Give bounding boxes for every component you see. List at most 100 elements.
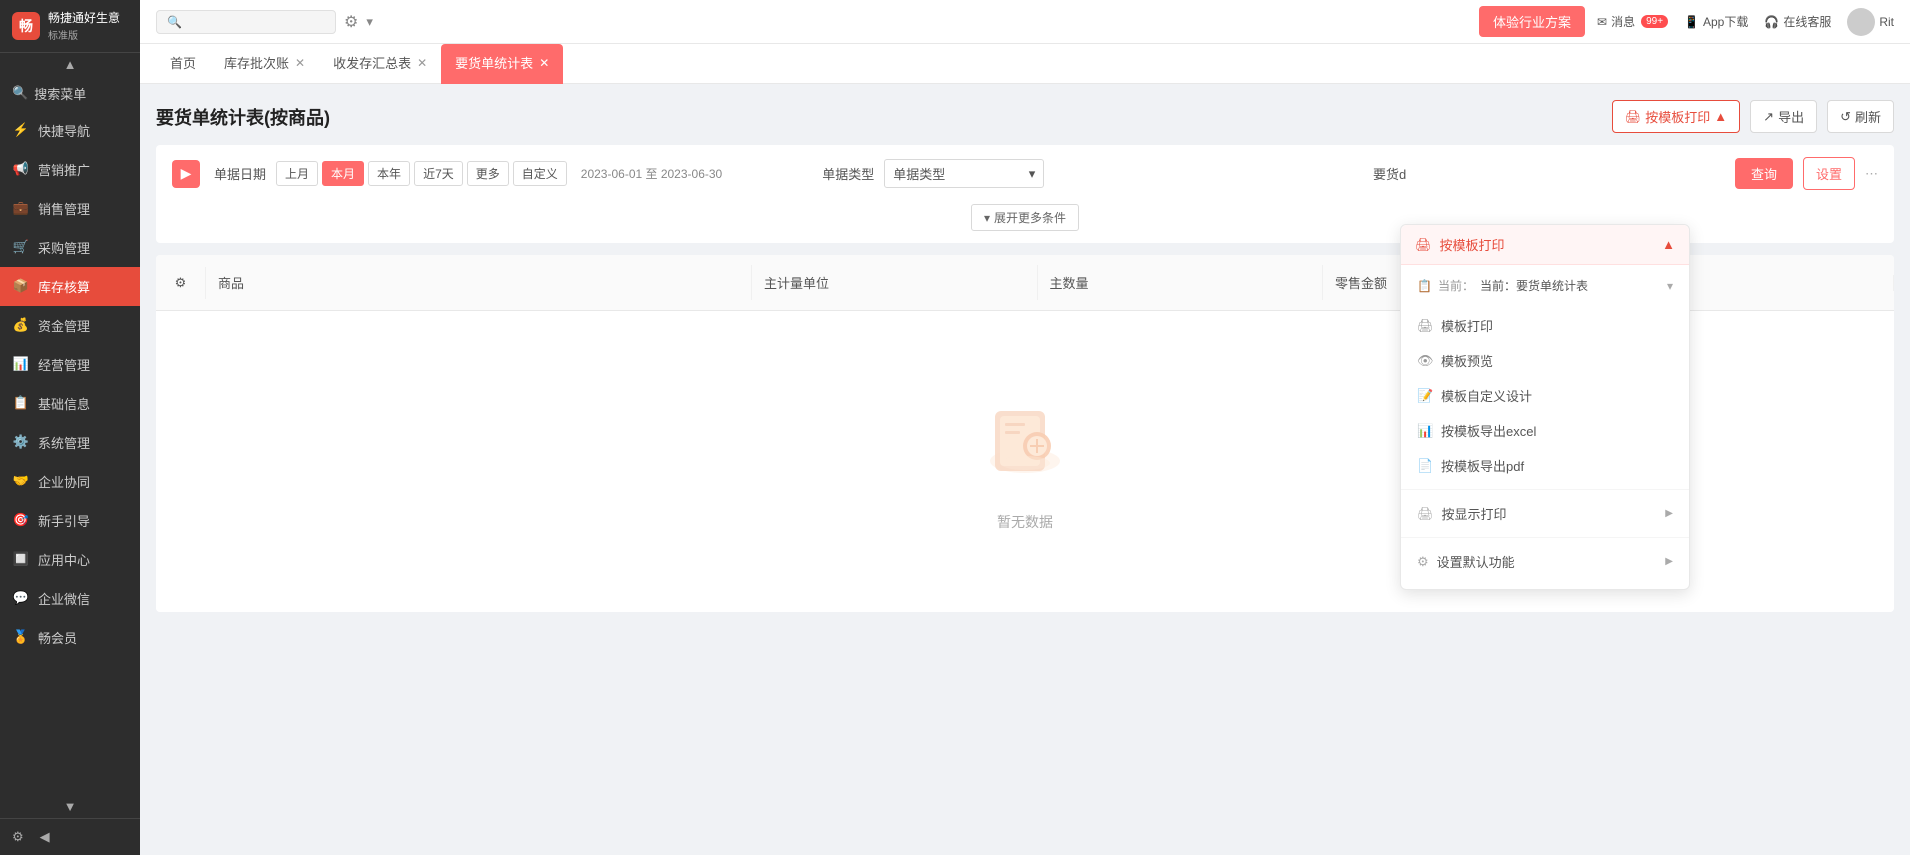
status-filter-label: 要货d <box>1373 164 1406 183</box>
app-download-btn[interactable]: 📱 App下载 <box>1684 13 1748 30</box>
app-logo-icon: 畅 <box>12 12 40 40</box>
topbar-dropdown-icon[interactable]: ▾ <box>366 14 373 30</box>
dropdown-item-template-export-excel[interactable]: 📊按模板导出excel <box>1401 413 1689 448</box>
tab-close-batch-account[interactable]: ✕ <box>295 56 305 70</box>
dropdown-item-template-export-pdf[interactable]: 📄按模板导出pdf <box>1401 448 1689 483</box>
sidebar-logo: 畅 畅捷通好生意 标准版 <box>0 0 140 53</box>
dropdown-arrow-icon: ▲ <box>1714 109 1727 124</box>
date-range-text: 2023-06-01 至 2023-06-30 <box>581 165 722 182</box>
date-btn-last-month[interactable]: 上月 <box>276 161 318 186</box>
dropdown-header[interactable]: 🖨 按模板打印 ▲ <box>1401 225 1689 265</box>
user-avatar[interactable]: Rit <box>1847 8 1894 36</box>
sidebar-scroll-up[interactable]: ▲ <box>0 53 140 76</box>
sidebar-scroll-down[interactable]: ▼ <box>0 795 140 818</box>
sidebar-label-app-center: 应用中心 <box>38 550 90 569</box>
set-default-icon: ⚙ <box>1417 554 1429 570</box>
current-template-value: 当前：要货单统计表 <box>1480 277 1588 294</box>
th-product: 商品 <box>206 265 752 300</box>
export-btn[interactable]: ↗ 导出 <box>1750 100 1817 133</box>
dropdown-icon-template-preview: 👁 <box>1417 353 1433 369</box>
sidebar-icon-purchase: 🛒 <box>12 239 30 255</box>
set-default-arrow: ▶ <box>1665 556 1673 567</box>
date-buttons: 上月本月本年近7天更多自定义 <box>276 161 567 186</box>
sidebar: 畅 畅捷通好生意 标准版 ▲ 🔍 搜索菜单 ⚡快捷导航📢营销推广💼销售管理🛒采购… <box>0 0 140 855</box>
topbar-settings-icon[interactable]: ⚙ <box>344 12 358 32</box>
date-btn-current-year[interactable]: 本年 <box>368 161 410 186</box>
sidebar-item-inventory[interactable]: 📦库存核算 <box>0 267 140 306</box>
date-btn-more[interactable]: 更多 <box>467 161 509 186</box>
filter-expand-icon[interactable]: ▶ <box>172 160 200 188</box>
current-template-icon: 📋 <box>1417 279 1432 293</box>
th-unit: 主计量单位 <box>752 265 1038 300</box>
sidebar-item-cooperation[interactable]: 🤝企业协同 <box>0 462 140 501</box>
tab-receipts-summary[interactable]: 收发存汇总表 ✕ <box>319 44 441 84</box>
sidebar-bottom: ⚙ ◀ <box>0 818 140 855</box>
date-btn-custom[interactable]: 自定义 <box>513 161 567 186</box>
tab-order-stats[interactable]: 要货单统计表✕ <box>441 44 563 84</box>
sidebar-icon-guide: 🎯 <box>12 512 30 528</box>
empty-text: 暂无数据 <box>997 512 1053 532</box>
trial-btn[interactable]: 体验行业方案 <box>1479 6 1585 37</box>
collapse-icon[interactable]: ◀ <box>40 829 50 845</box>
print-dropdown: 🖨 按模板打印 ▲ 📋 当前： 当前：要货单统计表 ▾ 🖨模板打印👁模板预览📝模… <box>1400 224 1690 590</box>
query-btn[interactable]: 查询 <box>1735 158 1793 189</box>
sidebar-label-inventory: 库存核算 <box>38 277 90 296</box>
sidebar-icon-finance: 💰 <box>12 317 30 333</box>
dropdown-item-template-preview[interactable]: 👁模板预览 <box>1401 343 1689 378</box>
export-icon: ↗ <box>1763 109 1774 125</box>
type-filter-label: 单据类型 <box>822 164 874 183</box>
current-template-arrow[interactable]: ▾ <box>1667 279 1673 293</box>
sidebar-item-wechat[interactable]: 💬企业微信 <box>0 579 140 618</box>
sidebar-item-sales[interactable]: 💼销售管理 <box>0 189 140 228</box>
filter-settings-btn[interactable]: 设置 <box>1803 157 1855 190</box>
topbar-search-box[interactable]: 🔍 <box>156 10 336 34</box>
tab-label-receipts-summary: 收发存汇总表 <box>333 53 411 72</box>
sidebar-label-cooperation: 企业协同 <box>38 472 90 491</box>
date-btn-last-7-days[interactable]: 近7天 <box>414 161 463 186</box>
sidebar-search[interactable]: 🔍 搜索菜单 <box>0 76 140 111</box>
sidebar-item-marketing[interactable]: 📢营销推广 <box>0 150 140 189</box>
topbar-search-area: 🔍 ⚙ ▾ <box>156 10 1467 34</box>
print-icon: 🖨 <box>1625 109 1642 125</box>
sidebar-item-operation[interactable]: 📊经营管理 <box>0 345 140 384</box>
display-print-item[interactable]: 🖨 按显示打印 ▶ <box>1401 496 1689 531</box>
tab-close-receipts-summary[interactable]: ✕ <box>417 56 427 70</box>
print-template-btn[interactable]: 🖨 按模板打印 ▲ <box>1612 100 1740 133</box>
refresh-icon: ↺ <box>1840 109 1851 125</box>
sidebar-label-system: 系统管理 <box>38 433 90 452</box>
online-service-btn[interactable]: 🎧 在线客服 <box>1764 13 1831 30</box>
sidebar-item-app-center[interactable]: 🔲 应用中心 <box>0 540 140 579</box>
sidebar-icon-app-center: 🔲 <box>12 551 30 567</box>
sidebar-search-label: 搜索菜单 <box>34 84 86 103</box>
date-btn-current-month[interactable]: 本月 <box>322 161 364 186</box>
refresh-btn[interactable]: ↺ 刷新 <box>1827 100 1894 133</box>
tab-label-batch-account: 库存批次账 <box>224 53 289 72</box>
sidebar-item-guide[interactable]: 🎯新手引导 <box>0 501 140 540</box>
sidebar-item-quick-nav[interactable]: ⚡快捷导航 <box>0 111 140 150</box>
filter-more-icon[interactable]: ⋯ <box>1865 166 1878 182</box>
sidebar-item-basic[interactable]: 📋基础信息 <box>0 384 140 423</box>
sidebar-label-finance: 资金管理 <box>38 316 90 335</box>
main-area: 🔍 ⚙ ▾ 体验行业方案 ✉ 消息 99+ 📱 App下载 🎧 在线客服 <box>140 0 1910 855</box>
sidebar-item-member[interactable]: 🏅畅会员 <box>0 618 140 657</box>
tab-home[interactable]: 首页 <box>156 44 210 84</box>
dropdown-close-icon[interactable]: ▲ <box>1662 237 1675 252</box>
dropdown-item-template-custom[interactable]: 📝模板自定义设计 <box>1401 378 1689 413</box>
settings-icon[interactable]: ⚙ <box>12 829 24 845</box>
sidebar-item-system[interactable]: ⚙️系统管理 <box>0 423 140 462</box>
print-header-label: 按模板打印 <box>1440 235 1505 254</box>
sidebar-label-wechat: 企业微信 <box>38 589 90 608</box>
type-select[interactable]: 单据类型 ▾ <box>884 159 1044 188</box>
service-icon: 🎧 <box>1764 15 1779 29</box>
sidebar-item-finance[interactable]: 💰 资金管理 <box>0 306 140 345</box>
expand-more-btn[interactable]: ▾ 展开更多条件 <box>971 204 1079 231</box>
tab-close-order-stats[interactable]: ✕ <box>539 56 549 70</box>
current-template-row: 📋 当前： 当前：要货单统计表 ▾ <box>1401 269 1689 302</box>
set-default-item[interactable]: ⚙ 设置默认功能 ▶ <box>1401 544 1689 579</box>
sidebar-item-purchase[interactable]: 🛒采购管理 <box>0 228 140 267</box>
message-btn[interactable]: ✉ 消息 99+ <box>1597 13 1668 30</box>
th-settings[interactable]: ⚙ <box>156 267 206 299</box>
tab-label-home: 首页 <box>170 53 196 72</box>
dropdown-item-template-print[interactable]: 🖨模板打印 <box>1401 308 1689 343</box>
tab-batch-account[interactable]: 库存批次账 ✕ <box>210 44 319 84</box>
